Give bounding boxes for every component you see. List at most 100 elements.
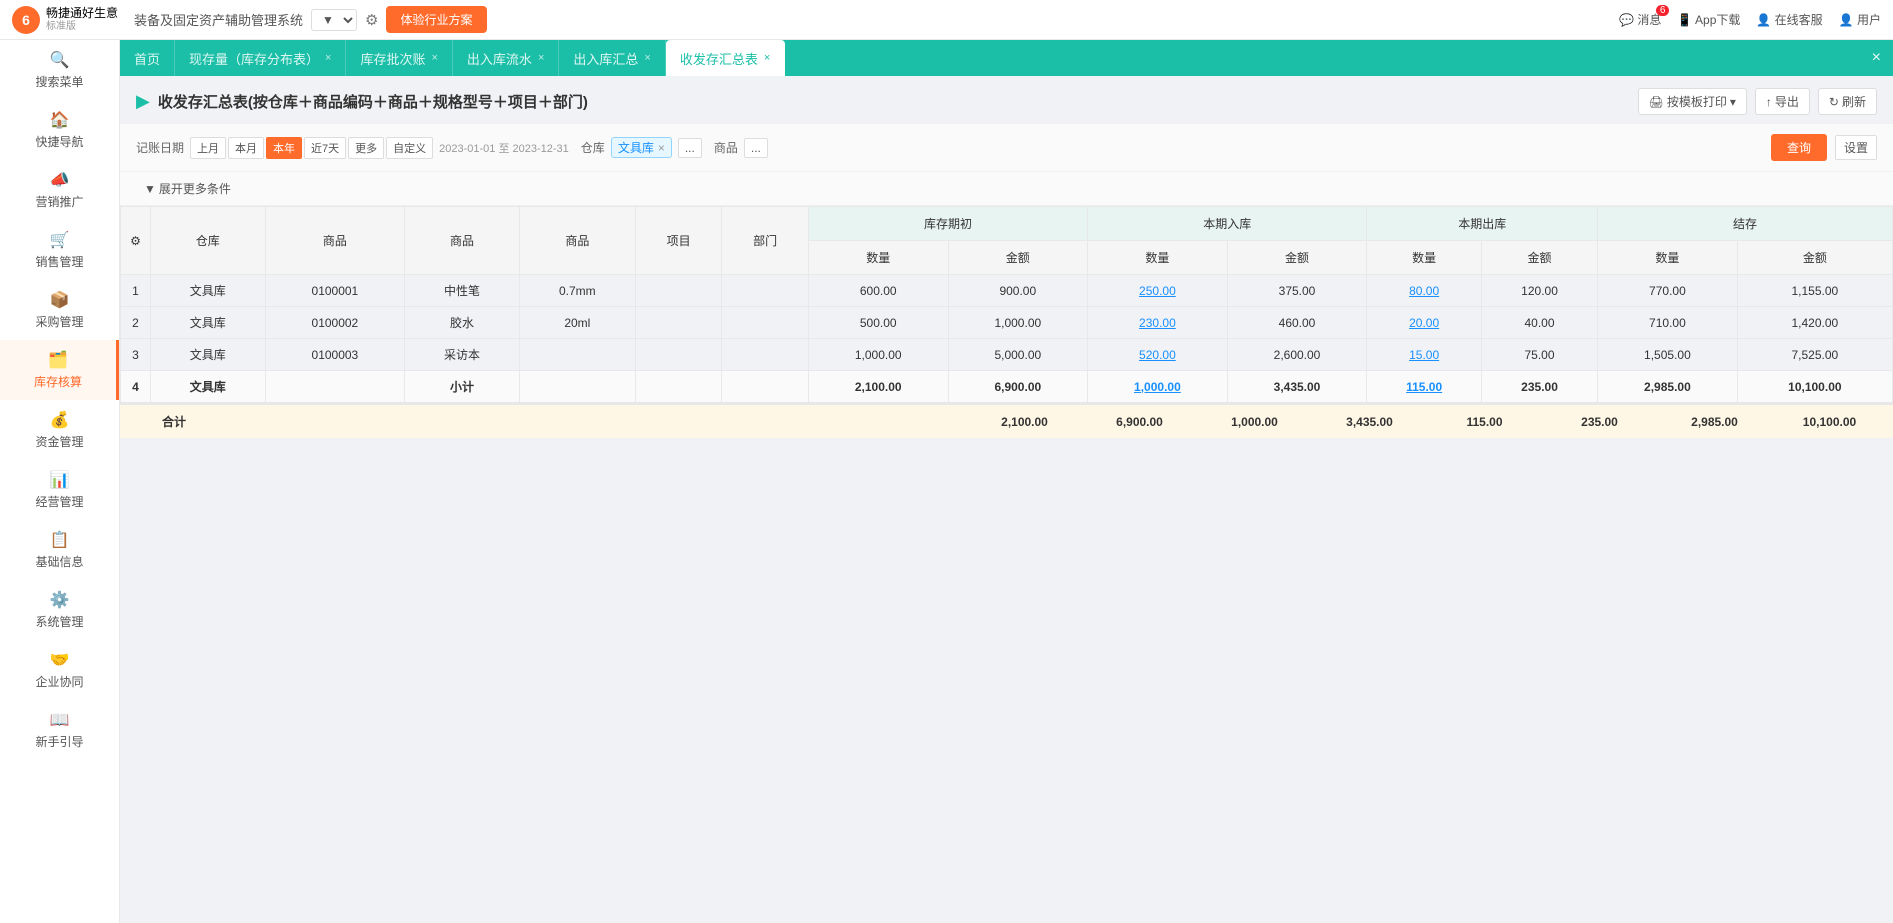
footer-out-amt: 235.00 [1542, 415, 1657, 429]
tab-recv[interactable]: 收发存汇总表 × [666, 40, 785, 76]
row-out-qty[interactable]: 80.00 [1367, 275, 1482, 307]
tab-batch-label: 库存批次账 [360, 49, 425, 68]
collapse-btn[interactable]: ▶ [136, 91, 150, 112]
tab-recv-close[interactable]: × [764, 52, 770, 64]
row-out-qty[interactable]: 115.00 [1367, 371, 1482, 403]
row-code [265, 371, 405, 403]
tab-all-close[interactable]: × [1872, 49, 1881, 67]
date-label: 记账日期 [136, 139, 184, 156]
row-opening-qty: 600.00 [808, 275, 948, 307]
warehouse-tag[interactable]: 文具库 × [611, 137, 672, 158]
sidebar-item-assets[interactable]: 💰 资金管理 [0, 400, 119, 460]
date-btn-7days[interactable]: 近7天 [304, 137, 346, 159]
sidebar-item-operations[interactable]: 📊 经营管理 [0, 460, 119, 520]
tab-home[interactable]: 首页 [120, 40, 175, 76]
export-icon: ↑ [1766, 95, 1772, 109]
header-left: 6 畅捷通好生意 标准版 装备及固定资产辅助管理系统 ▼ ⚙ 体验行业方案 [12, 6, 487, 34]
col-code-header: 商品 [265, 207, 405, 275]
export-button[interactable]: ↑ 导出 [1755, 88, 1810, 115]
app-download-label: App下载 [1695, 13, 1740, 27]
tab-summary[interactable]: 出入库汇总 × [559, 40, 665, 76]
row-in-qty[interactable]: 520.00 [1088, 339, 1228, 371]
date-btn-last-month[interactable]: 上月 [190, 137, 226, 159]
sidebar-item-inventory[interactable]: 🗂️ 库存核算 [0, 340, 119, 400]
col-out-amt-header: 金额 [1481, 241, 1597, 275]
purchase-icon: 📦 [50, 290, 70, 310]
sidebar-item-sales[interactable]: 🛒 销售管理 [0, 220, 119, 280]
tab-flow[interactable]: 出入库流水 × [453, 40, 559, 76]
date-btn-this-year[interactable]: 本年 [266, 137, 302, 159]
main-content: 首页 现存量（库存分布表） × 库存批次账 × 出入库流水 × 出入库汇总 × … [120, 40, 1893, 923]
logo-area: 6 畅捷通好生意 标准版 [12, 6, 118, 34]
row-in-amt: 375.00 [1227, 275, 1367, 307]
top-header: 6 畅捷通好生意 标准版 装备及固定资产辅助管理系统 ▼ ⚙ 体验行业方案 💬 … [0, 0, 1893, 40]
row-no: 4 [121, 371, 151, 403]
refresh-button[interactable]: ↻ 刷新 [1818, 88, 1877, 115]
online-service-btn[interactable]: 👤 在线客服 [1756, 11, 1822, 28]
row-out-amt: 120.00 [1481, 275, 1597, 307]
app-download-btn[interactable]: 📱 App下载 [1677, 11, 1740, 28]
print-button[interactable]: 🖨 按模板打印 ▾ [1638, 88, 1747, 115]
footer-opening-qty: 2,100.00 [967, 415, 1082, 429]
user-btn[interactable]: 👤 用户 [1839, 11, 1881, 28]
row-out-qty[interactable]: 20.00 [1367, 307, 1482, 339]
col-out-header: 本期出库 [1367, 207, 1598, 241]
tab-bar-end: × [1872, 49, 1893, 67]
query-button[interactable]: 查询 [1771, 134, 1827, 161]
date-btn-this-month[interactable]: 本月 [228, 137, 264, 159]
sidebar-label-system: 系统管理 [35, 613, 83, 630]
sidebar-item-collab[interactable]: 🤝 企业协同 [0, 640, 119, 700]
operations-icon: 📊 [50, 470, 70, 490]
sidebar-item-basic[interactable]: 📋 基础信息 [0, 520, 119, 580]
table-row: 3 文具库 0100003 采访本 1,000.00 5,000.00 520.… [121, 339, 1893, 371]
sidebar-label-purchase: 采购管理 [35, 313, 83, 330]
sidebar-label-inventory: 库存核算 [34, 373, 82, 390]
guide-icon: 📖 [50, 710, 70, 730]
gear-icon[interactable]: ⚙ [365, 11, 378, 29]
assets-icon: 💰 [50, 410, 70, 430]
goods-ellipsis[interactable]: ... [744, 138, 768, 158]
basic-icon: 📋 [50, 530, 70, 550]
col-settings[interactable]: ⚙ [121, 207, 151, 275]
warehouse-tag-close[interactable]: × [658, 141, 665, 155]
sidebar-item-system[interactable]: ⚙️ 系统管理 [0, 580, 119, 640]
table-footer: 合计 2,100.00 6,900.00 1,000.00 3,435.00 1… [120, 403, 1893, 438]
tab-stock-close[interactable]: × [325, 52, 331, 64]
row-dept [722, 307, 809, 339]
row-name: 胶水 [405, 307, 520, 339]
sidebar: 🔍 搜索菜单 🏠 快捷导航 📣 营销推广 🛒 销售管理 📦 采购管理 🗂️ 库存… [0, 40, 120, 923]
row-spec [519, 371, 635, 403]
date-btn-more[interactable]: 更多 [348, 137, 384, 159]
settings-button[interactable]: 设置 [1835, 135, 1877, 160]
sidebar-label-marketing: 营销推广 [35, 193, 83, 210]
sidebar-item-marketing[interactable]: 📣 营销推广 [0, 160, 119, 220]
row-in-qty[interactable]: 230.00 [1088, 307, 1228, 339]
tab-summary-close[interactable]: × [644, 52, 650, 64]
row-warehouse: 文具库 [151, 307, 266, 339]
trial-button[interactable]: 体验行业方案 [386, 6, 486, 33]
tab-stock[interactable]: 现存量（库存分布表） × [175, 40, 346, 76]
system-select[interactable]: ▼ [311, 9, 357, 31]
warehouse-ellipsis[interactable]: ... [678, 138, 702, 158]
sidebar-item-quicknav[interactable]: 🏠 快捷导航 [0, 100, 119, 160]
row-out-qty[interactable]: 15.00 [1367, 339, 1482, 371]
col-opening-qty-header: 数量 [808, 241, 948, 275]
expand-conditions-btn[interactable]: ▼ 展开更多条件 [136, 176, 239, 201]
logo-subtitle: 标准版 [46, 21, 118, 33]
sidebar-item-purchase[interactable]: 📦 采购管理 [0, 280, 119, 340]
sidebar-item-guide[interactable]: 📖 新手引导 [0, 700, 119, 760]
tab-batch-close[interactable]: × [431, 52, 437, 64]
row-in-qty[interactable]: 250.00 [1088, 275, 1228, 307]
row-in-qty[interactable]: 1,000.00 [1088, 371, 1228, 403]
row-name: 中性笔 [405, 275, 520, 307]
content-wrapper: ▶ 收发存汇总表(按仓库＋商品编码＋商品＋规格型号＋项目＋部门) 🖨 按模板打印… [120, 76, 1893, 923]
message-btn[interactable]: 💬 消息 6 [1619, 11, 1661, 28]
sidebar-item-search[interactable]: 🔍 搜索菜单 [0, 40, 119, 100]
tab-batch[interactable]: 库存批次账 × [346, 40, 452, 76]
tab-home-label: 首页 [134, 49, 160, 68]
user-label: 用户 [1857, 13, 1881, 27]
download-icon: 📱 [1677, 13, 1692, 27]
tab-flow-close[interactable]: × [538, 52, 544, 64]
date-btn-custom[interactable]: 自定义 [386, 137, 433, 159]
col-bal-amt-header: 金额 [1737, 241, 1892, 275]
